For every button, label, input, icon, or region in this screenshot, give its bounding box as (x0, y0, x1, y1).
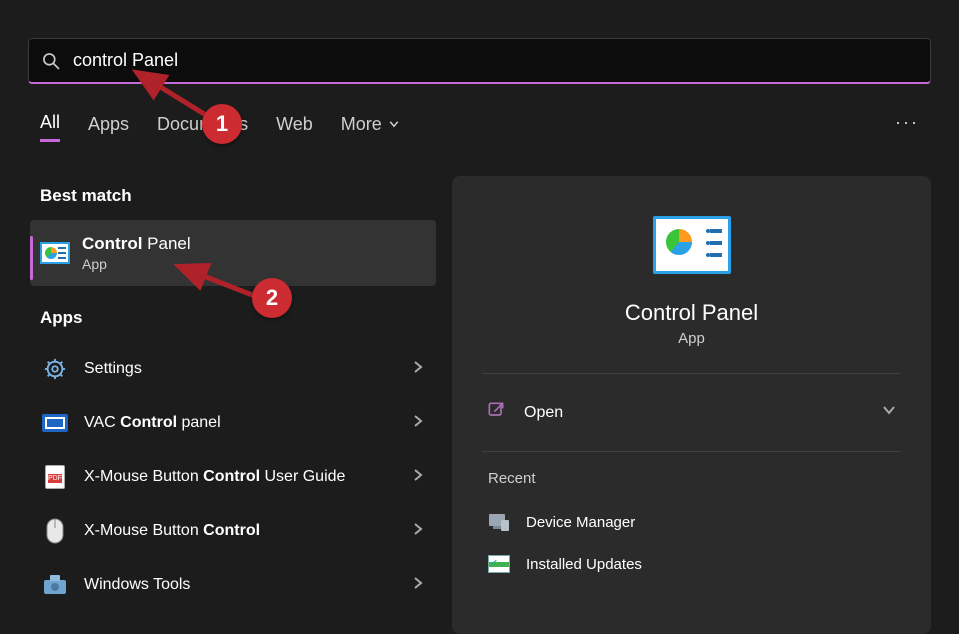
section-best-match: Best match (40, 186, 426, 206)
tab-documents[interactable]: Documents (157, 114, 248, 141)
open-action[interactable]: Open (486, 400, 563, 425)
app-result-label: Settings (84, 360, 142, 378)
open-label: Open (524, 404, 563, 422)
app-result-item[interactable]: X-Mouse Button Control (30, 504, 436, 558)
recent-item-label: Installed Updates (526, 556, 642, 573)
app-result-label: X-Mouse Button Control User Guide (84, 468, 345, 486)
recent-item[interactable]: Device Manager (482, 501, 901, 543)
tab-web[interactable]: Web (276, 114, 313, 141)
best-match-result[interactable]: Control Panel App (30, 220, 436, 286)
open-icon (486, 400, 506, 425)
device-manager-icon (488, 511, 510, 533)
app-result-item[interactable]: VAC Control panel (30, 396, 436, 450)
app-result-item[interactable]: Settings (30, 342, 436, 396)
results-column: Best match Control Panel App Apps Settin… (30, 176, 436, 612)
app-result-item[interactable]: Windows Tools (30, 558, 436, 612)
app-result-label: X-Mouse Button Control (84, 522, 260, 540)
recent-item[interactable]: ✔ Installed Updates (482, 543, 901, 585)
pdf-icon: PDF (40, 462, 70, 492)
tools-icon (40, 570, 70, 600)
section-apps: Apps (40, 308, 426, 328)
app-result-label: VAC Control panel (84, 414, 221, 432)
best-match-subtitle: App (82, 256, 191, 272)
tab-more[interactable]: More (341, 114, 400, 141)
vac-icon (40, 408, 70, 438)
chevron-right-icon[interactable] (410, 359, 426, 380)
preview-app-icon (653, 216, 731, 274)
chevron-right-icon[interactable] (410, 413, 426, 434)
search-icon (41, 51, 61, 71)
app-result-item[interactable]: PDF X-Mouse Button Control User Guide (30, 450, 436, 504)
mouse-icon (40, 516, 70, 546)
settings-icon (40, 354, 70, 384)
preview-title: Control Panel (625, 300, 758, 326)
app-result-label: Windows Tools (84, 576, 190, 594)
filter-tabs: All Apps Documents Web More ··· (40, 112, 919, 142)
recent-item-label: Device Manager (526, 514, 635, 531)
recent-heading: Recent (488, 470, 895, 487)
chevron-right-icon[interactable] (410, 467, 426, 488)
expand-actions-button[interactable] (881, 402, 897, 423)
preview-subtitle: App (678, 330, 705, 347)
overflow-menu-button[interactable]: ··· (895, 112, 919, 133)
search-input[interactable] (71, 49, 918, 72)
tab-more-label: More (341, 114, 382, 135)
search-bar[interactable] (28, 38, 931, 84)
control-panel-icon (40, 238, 70, 268)
preview-pane: Control Panel App Open Recent Device Man… (452, 176, 931, 634)
best-match-title: Control Panel (82, 234, 191, 254)
chevron-right-icon[interactable] (410, 575, 426, 596)
chevron-right-icon[interactable] (410, 521, 426, 542)
selection-indicator (30, 236, 33, 280)
tab-all[interactable]: All (40, 112, 60, 142)
updates-icon: ✔ (488, 553, 510, 575)
tab-apps[interactable]: Apps (88, 114, 129, 141)
